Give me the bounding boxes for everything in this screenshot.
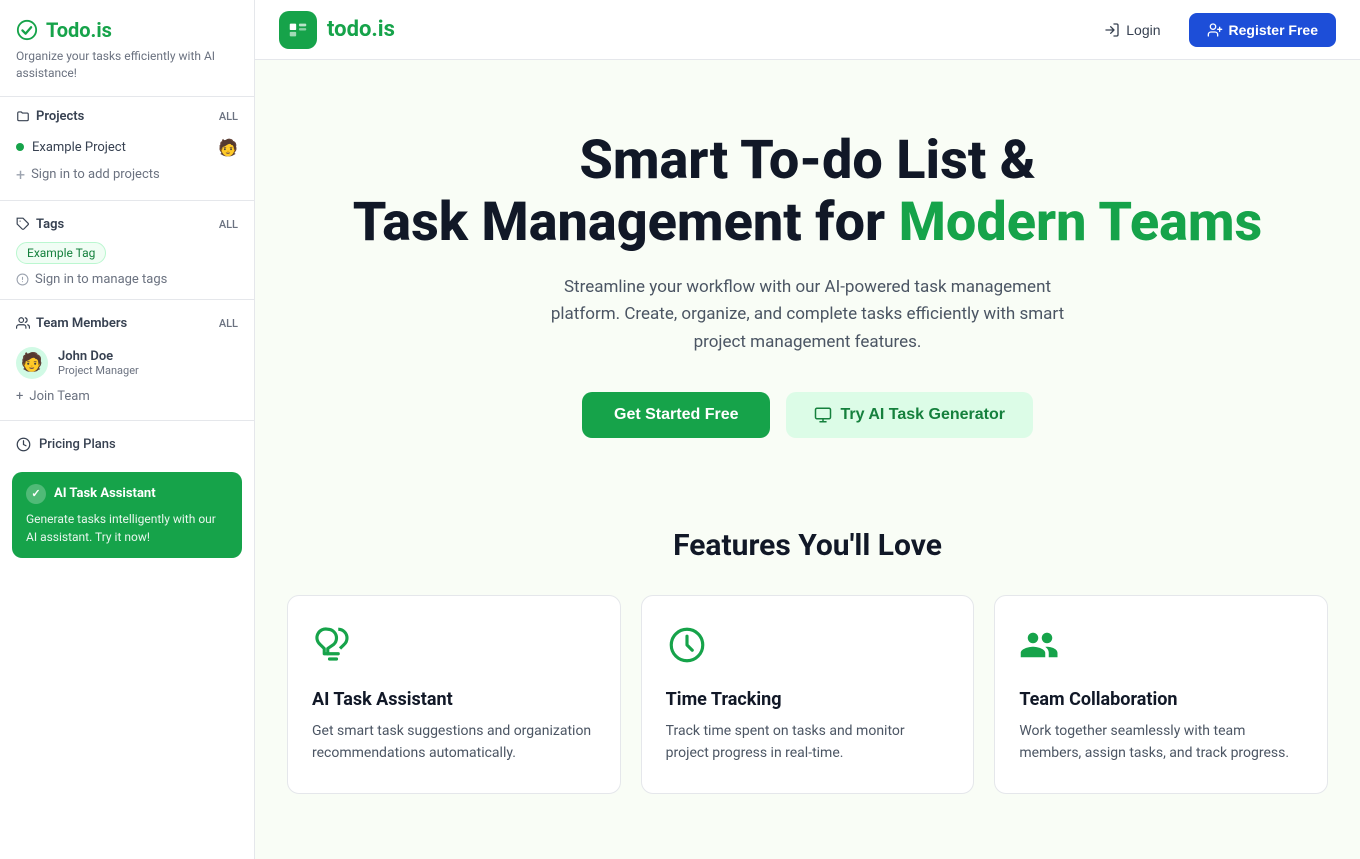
pricing-icon xyxy=(16,437,31,452)
plus-icon: + xyxy=(16,165,25,184)
member-role: Project Manager xyxy=(58,364,139,377)
team-header: Team Members ALL xyxy=(16,316,238,331)
manage-tags[interactable]: Sign in to manage tags xyxy=(16,272,238,287)
tags-label: Tags xyxy=(36,217,64,232)
clock-icon xyxy=(666,624,950,675)
project-emoji: 🧑 xyxy=(218,138,238,157)
brain-icon xyxy=(312,624,596,675)
hero-title: Smart To-do List & Task Management for M… xyxy=(295,130,1320,254)
register-label: Register Free xyxy=(1229,22,1318,38)
topnav-actions: Login Register Free xyxy=(1088,13,1336,47)
sidebar-logo-text: Todo.is xyxy=(46,18,112,42)
feature-ai-title: AI Task Assistant xyxy=(312,689,596,710)
login-label: Login xyxy=(1126,22,1160,38)
try-ai-button[interactable]: Try AI Task Generator xyxy=(786,392,1033,438)
join-team-text: Join Team xyxy=(29,389,89,404)
feature-card-ai: AI Task Assistant Get smart task suggest… xyxy=(287,595,621,794)
sidebar-tagline: Organize your tasks efficiently with AI … xyxy=(16,48,238,82)
team-icon xyxy=(16,316,30,330)
projects-label: Projects xyxy=(36,109,84,124)
topnav-logo-text: todo.is xyxy=(327,17,395,42)
main-content: todo.is Login Register Free Smart xyxy=(255,0,1360,859)
tags-section: Tags ALL Example Tag Sign in to manage t… xyxy=(0,205,254,295)
tags-title: Tags xyxy=(16,217,64,232)
ai-banner-text: Generate tasks intelligently with our AI… xyxy=(26,510,228,546)
manage-tags-text: Sign in to manage tags xyxy=(35,272,167,287)
ai-button-icon xyxy=(814,406,832,424)
sign-in-projects[interactable]: + Sign in to add projects xyxy=(16,161,238,188)
team-label: Team Members xyxy=(36,316,127,331)
hero-title-line2: Task Management for xyxy=(353,191,899,254)
avatar: 🧑 xyxy=(16,347,48,379)
collaboration-icon xyxy=(1019,624,1303,675)
ai-banner-title: ✓ AI Task Assistant xyxy=(26,484,228,504)
member-name: John Doe xyxy=(58,349,139,364)
projects-section: Projects ALL Example Project 🧑 + Sign in… xyxy=(0,97,254,196)
project-item-left: Example Project xyxy=(16,140,126,155)
join-team[interactable]: + Join Team xyxy=(16,385,238,408)
tag-manage-icon xyxy=(16,273,29,286)
tags-all[interactable]: ALL xyxy=(219,218,238,231)
projects-title: Projects xyxy=(16,109,84,124)
feature-team-title: Team Collaboration xyxy=(1019,689,1303,710)
register-button[interactable]: Register Free xyxy=(1189,13,1336,47)
register-icon xyxy=(1207,22,1223,38)
team-title: Team Members xyxy=(16,316,127,331)
features-title: Features You'll Love xyxy=(287,528,1328,563)
features-grid: AI Task Assistant Get smart task suggest… xyxy=(287,595,1328,794)
tag-item[interactable]: Example Tag xyxy=(16,242,106,264)
feature-time-text: Track time spent on tasks and monitor pr… xyxy=(666,720,950,765)
team-section: Team Members ALL 🧑 John Doe Project Mana… xyxy=(0,304,254,416)
login-button[interactable]: Login xyxy=(1088,14,1176,46)
topnav-logo: todo.is xyxy=(279,11,395,49)
feature-card-time: Time Tracking Track time spent on tasks … xyxy=(641,595,975,794)
divider-3 xyxy=(0,420,254,421)
join-plus-icon: + xyxy=(16,389,23,404)
ai-banner-title-text: AI Task Assistant xyxy=(54,486,156,501)
topnav-logo-icon xyxy=(279,11,317,49)
tags-header: Tags ALL xyxy=(16,217,238,232)
pricing-label: Pricing Plans xyxy=(39,437,116,452)
login-icon xyxy=(1104,22,1120,38)
hero-title-highlight: Modern Teams xyxy=(899,191,1263,254)
tag-icon xyxy=(16,217,30,231)
get-started-button[interactable]: Get Started Free xyxy=(582,392,770,438)
try-ai-label: Try AI Task Generator xyxy=(840,406,1005,424)
divider-1 xyxy=(0,200,254,201)
feature-card-team: Team Collaboration Work together seamles… xyxy=(994,595,1328,794)
topnav-logo-dot: .is xyxy=(371,17,395,42)
hero-subtitle: Streamline your workflow with our AI-pow… xyxy=(528,274,1088,356)
ai-check-icon: ✓ xyxy=(26,484,46,504)
sign-in-projects-text: Sign in to add projects xyxy=(31,167,160,182)
feature-ai-text: Get smart task suggestions and organizat… xyxy=(312,720,596,765)
member-info: John Doe Project Manager xyxy=(58,349,139,377)
team-member[interactable]: 🧑 John Doe Project Manager xyxy=(16,341,238,385)
features-section: Features You'll Love AI Task Assistant G… xyxy=(255,488,1360,834)
project-item[interactable]: Example Project 🧑 xyxy=(16,134,238,161)
project-name: Example Project xyxy=(32,140,126,155)
topnav-logo-main: todo xyxy=(327,17,371,42)
sidebar: Todo.is Organize your tasks efficiently … xyxy=(0,0,255,859)
ai-banner[interactable]: ✓ AI Task Assistant Generate tasks intel… xyxy=(12,472,242,558)
topnav: todo.is Login Register Free xyxy=(255,0,1360,60)
sidebar-logo: Todo.is xyxy=(16,18,238,42)
projects-header: Projects ALL xyxy=(16,109,238,124)
feature-team-text: Work together seamlessly with team membe… xyxy=(1019,720,1303,765)
folder-icon xyxy=(16,109,30,123)
hero-section: Smart To-do List & Task Management for M… xyxy=(255,60,1360,488)
sidebar-header: Todo.is Organize your tasks efficiently … xyxy=(0,0,254,97)
project-dot xyxy=(16,143,24,151)
hero-title-line1: Smart To-do List & xyxy=(579,129,1035,192)
hero-buttons: Get Started Free Try AI Task Generator xyxy=(295,392,1320,438)
feature-time-title: Time Tracking xyxy=(666,689,950,710)
topnav-logo-svg xyxy=(287,19,309,41)
team-all[interactable]: ALL xyxy=(219,317,238,330)
pricing-link[interactable]: Pricing Plans xyxy=(0,425,254,464)
projects-all[interactable]: ALL xyxy=(219,110,238,123)
divider-2 xyxy=(0,299,254,300)
check-icon xyxy=(16,19,38,41)
